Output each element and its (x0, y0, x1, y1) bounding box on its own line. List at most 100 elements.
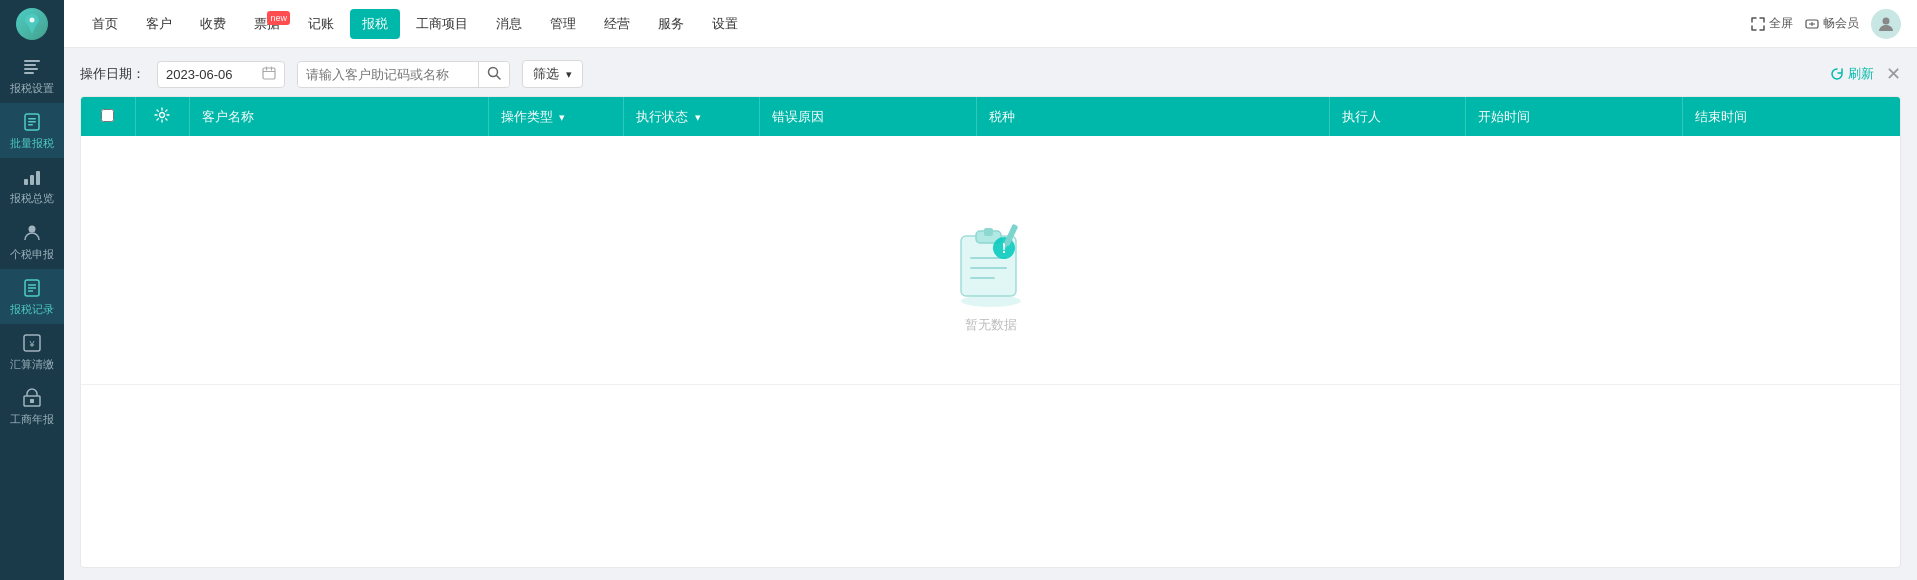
date-picker[interactable] (157, 61, 285, 88)
empty-state: ! 暂无数据 (93, 146, 1888, 374)
nav-item-xiaoxi[interactable]: 消息 (484, 9, 534, 39)
table-body: ! 暂无数据 (81, 136, 1900, 385)
sidebar-item-baoshuishezhi[interactable]: 报税设置 (0, 48, 64, 103)
sidebar-item-piliangshuibao-label: 批量报税 (10, 137, 54, 150)
geshuishenb-icon (21, 222, 43, 244)
empty-state-row: ! 暂无数据 (81, 136, 1900, 385)
sidebar-item-baoshuizonglan[interactable]: 报税总览 (0, 158, 64, 213)
fullscreen-icon (1751, 17, 1765, 31)
nav-item-jingying[interactable]: 经营 (592, 9, 642, 39)
svg-point-22 (1883, 17, 1890, 24)
page-content: 操作日期： (64, 48, 1917, 580)
th-executor: 执行人 (1330, 97, 1466, 136)
sidebar-item-huisuanjiaona[interactable]: ¥ 汇算清缴 (0, 324, 64, 379)
sidebar-item-geshuishenb-label: 个税申报 (10, 248, 54, 261)
member-button[interactable]: 畅会员 (1805, 15, 1859, 32)
search-icon (487, 66, 501, 80)
baoshuishezhi-icon (21, 56, 43, 78)
sidebar-item-piliangshuibao[interactable]: 批量报税 (0, 103, 64, 158)
th-status[interactable]: 执行状态 ▾ (624, 97, 760, 136)
main-area: 首页 客户 收费 票据 new 记账 报税 工商项目 消息 (64, 0, 1917, 580)
date-input[interactable] (166, 67, 256, 82)
baoshuizonglan-icon (21, 166, 43, 188)
sidebar-item-huisuanjiaona-label: 汇算清缴 (10, 358, 54, 371)
user-icon (1877, 15, 1895, 33)
search-button[interactable] (478, 62, 509, 87)
nav-item-shoufei[interactable]: 收费 (188, 9, 238, 39)
sidebar-item-baoshuizonglan-label: 报税总览 (10, 192, 54, 205)
svg-line-28 (497, 75, 501, 79)
toolbar-right: 刷新 ✕ (1830, 65, 1901, 83)
nav-item-jizhang[interactable]: 记账 (296, 9, 346, 39)
svg-rect-1 (24, 60, 40, 62)
chevron-down-icon: ▾ (566, 68, 572, 81)
svg-rect-8 (28, 124, 33, 126)
date-label: 操作日期： (80, 65, 145, 83)
logo-icon (16, 8, 48, 40)
topnav-right: 全屏 畅会员 (1751, 9, 1901, 39)
svg-rect-7 (28, 121, 36, 123)
svg-rect-3 (24, 68, 38, 70)
select-all-checkbox[interactable] (101, 109, 114, 122)
nav-item-shouye[interactable]: 首页 (80, 9, 130, 39)
svg-point-30 (961, 295, 1021, 307)
svg-rect-4 (24, 72, 34, 74)
sidebar-item-gongshangnianb-label: 工商年报 (10, 413, 54, 426)
svg-rect-9 (24, 179, 28, 185)
sidebar-item-baoshuijilu[interactable]: 报税记录 (0, 269, 64, 324)
user-avatar[interactable] (1871, 9, 1901, 39)
svg-rect-10 (30, 175, 34, 185)
sidebar-item-gongshangnianb[interactable]: 工商年报 (0, 379, 64, 434)
svg-rect-23 (263, 68, 275, 79)
nav-item-baoshui[interactable]: 报税 (350, 9, 400, 39)
baoshuijilu-icon (21, 277, 43, 299)
svg-rect-20 (30, 399, 34, 403)
gongshangnianb-icon (21, 387, 43, 409)
svg-text:¥: ¥ (28, 338, 35, 348)
svg-point-0 (30, 18, 35, 23)
search-wrapper (297, 61, 510, 88)
sidebar-item-baoshuishezhi-label: 报税设置 (10, 82, 54, 95)
toolbar: 操作日期： (80, 60, 1901, 88)
th-endtime: 结束时间 (1683, 97, 1900, 136)
nav-item-gongshang[interactable]: 工商项目 (404, 9, 480, 39)
huisuanjiaona-icon: ¥ (21, 332, 43, 354)
nav-item-guanli[interactable]: 管理 (538, 9, 588, 39)
th-customer: 客户名称 (190, 97, 489, 136)
svg-rect-11 (36, 171, 40, 185)
sidebar: 报税设置 批量报税 报税总览 (0, 0, 64, 580)
sidebar-item-geshuishenb[interactable]: 个税申报 (0, 214, 64, 269)
piliangshuibao-icon (21, 111, 43, 133)
nav-item-kehu[interactable]: 客户 (134, 9, 184, 39)
optype-filter-icon: ▾ (559, 111, 565, 123)
empty-text: 暂无数据 (965, 316, 1017, 334)
svg-rect-33 (984, 228, 993, 236)
nav-item-fuwu[interactable]: 服务 (646, 9, 696, 39)
refresh-button[interactable]: 刷新 (1830, 65, 1874, 83)
nav-item-piaoju[interactable]: 票据 new (242, 9, 292, 39)
refresh-icon (1830, 67, 1844, 81)
calendar-icon[interactable] (262, 66, 276, 83)
close-button[interactable]: ✕ (1886, 65, 1901, 83)
th-starttime: 开始时间 (1466, 97, 1683, 136)
sidebar-item-baoshuijilu-label: 报税记录 (10, 303, 54, 316)
status-filter-icon: ▾ (695, 111, 701, 123)
top-navigation: 首页 客户 收费 票据 new 记账 报税 工商项目 消息 (64, 0, 1917, 48)
th-checkbox[interactable] (81, 97, 135, 136)
search-input[interactable] (298, 63, 478, 86)
table-header-row: 客户名称 操作类型 ▾ 执行状态 ▾ 错误原因 税种 执行人 开始时间 (81, 97, 1900, 136)
th-taxtype: 税种 (977, 97, 1330, 136)
nav-item-shezhi[interactable]: 设置 (700, 9, 750, 39)
settings-icon (154, 107, 170, 123)
fullscreen-button[interactable]: 全屏 (1751, 15, 1793, 32)
svg-point-29 (160, 113, 165, 118)
member-icon (1805, 17, 1819, 31)
data-table: 客户名称 操作类型 ▾ 执行状态 ▾ 错误原因 税种 执行人 开始时间 (81, 97, 1900, 385)
svg-rect-6 (28, 118, 36, 120)
sidebar-logo (0, 0, 64, 48)
data-table-wrapper: 客户名称 操作类型 ▾ 执行状态 ▾ 错误原因 税种 执行人 开始时间 (80, 96, 1901, 568)
th-optype[interactable]: 操作类型 ▾ (488, 97, 624, 136)
filter-button[interactable]: 筛选 ▾ (522, 60, 583, 88)
th-reason: 错误原因 (760, 97, 977, 136)
th-settings[interactable] (135, 97, 189, 136)
